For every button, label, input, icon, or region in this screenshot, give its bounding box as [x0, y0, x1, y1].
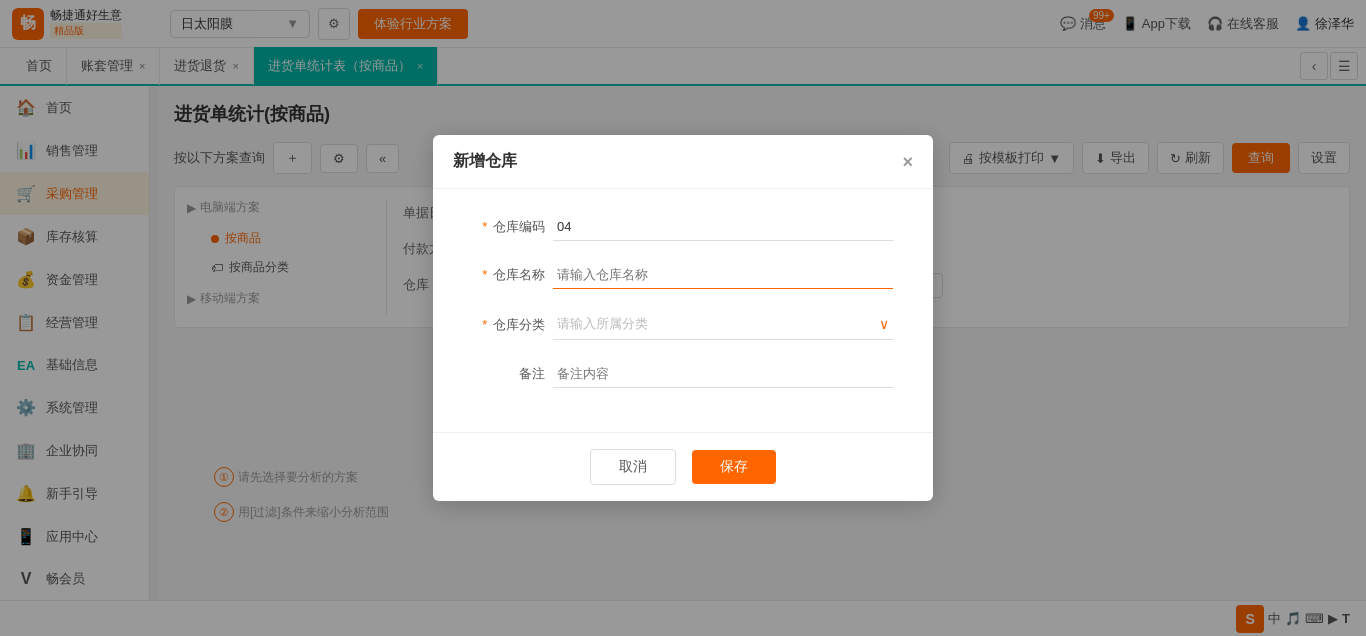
modal-body: * 仓库编码 * 仓库名称 * 仓库分类 请输入 — [433, 189, 933, 432]
cancel-button[interactable]: 取消 — [590, 449, 676, 485]
form-row-category: * 仓库分类 请输入所属分类 ∨ — [473, 309, 893, 340]
modal-close-button[interactable]: × — [902, 153, 913, 171]
modal-overlay: 新增仓库 × * 仓库编码 * 仓库名称 — [0, 0, 1366, 636]
remark-label: 备注 — [473, 365, 553, 383]
form-row-remark: 备注 — [473, 360, 893, 388]
modal-footer: 取消 保存 — [433, 432, 933, 501]
form-row-code: * 仓库编码 — [473, 213, 893, 241]
save-button[interactable]: 保存 — [692, 450, 776, 484]
modal-header: 新增仓库 × — [433, 135, 933, 189]
modal-title: 新增仓库 — [453, 151, 517, 172]
remark-input[interactable] — [553, 360, 893, 388]
new-warehouse-modal: 新增仓库 × * 仓库编码 * 仓库名称 — [433, 135, 933, 501]
required-star-category: * — [482, 317, 487, 332]
name-input[interactable] — [553, 261, 893, 289]
category-placeholder: 请输入所属分类 — [557, 315, 648, 333]
category-dropdown-arrow: ∨ — [879, 316, 889, 332]
name-label: * 仓库名称 — [473, 266, 553, 284]
code-label: * 仓库编码 — [473, 218, 553, 236]
required-star-name: * — [482, 267, 487, 282]
required-star-code: * — [482, 219, 487, 234]
category-label: * 仓库分类 — [473, 316, 553, 334]
code-input[interactable] — [553, 213, 893, 241]
form-row-name: * 仓库名称 — [473, 261, 893, 289]
category-select[interactable]: 请输入所属分类 ∨ — [553, 309, 893, 340]
